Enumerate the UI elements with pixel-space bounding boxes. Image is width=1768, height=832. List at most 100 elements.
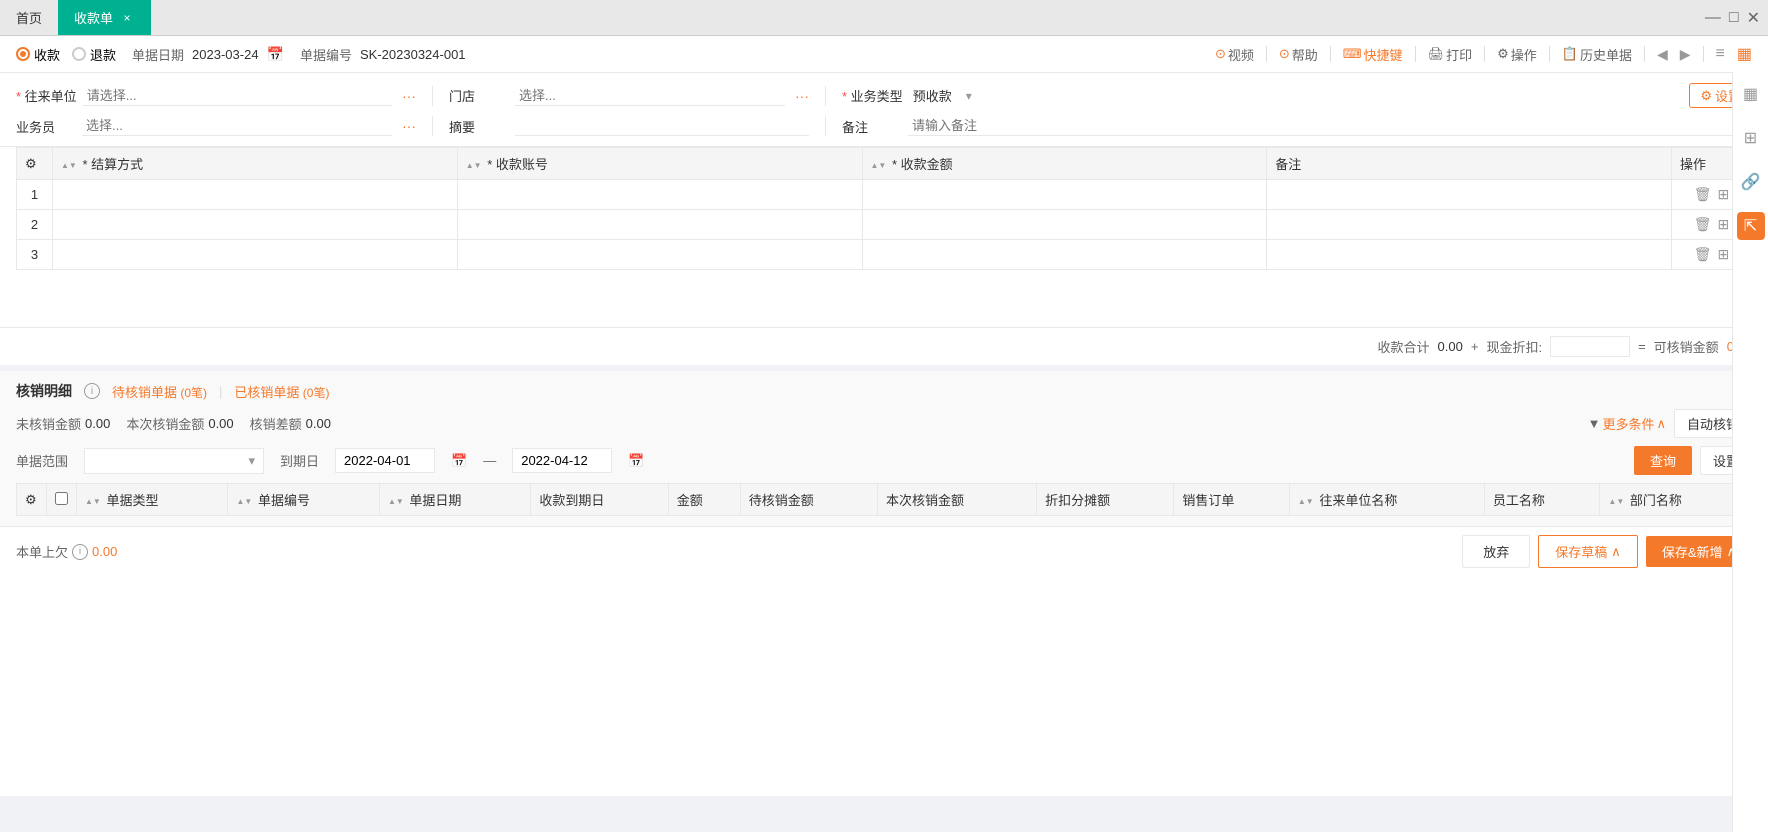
table-row: 1 🗑 ⊞ <box>17 180 1752 210</box>
row-2-copy-icon[interactable]: ⊞ <box>1718 216 1730 233</box>
table-row: 2 🗑 ⊞ <box>17 210 1752 240</box>
sidebar-link-icon[interactable]: 🔗 <box>1737 168 1765 196</box>
receipt-table-area: ⚙ ▲▼ * 结算方式 ▲▼ * 收款账号 ▲▼ * 收款金额 <box>0 147 1768 327</box>
row-1-settlement[interactable] <box>53 180 458 210</box>
per-note-info: 本单上欠 i 0.00 <box>16 542 117 561</box>
col-checkbox[interactable] <box>47 484 77 516</box>
more-conditions-btn[interactable]: ▼ 更多条件 ∧ <box>1588 414 1666 433</box>
calendar-from-icon[interactable]: 📅 <box>451 453 467 469</box>
col-pending-amount: 待核销金额 <box>740 484 877 516</box>
divider7 <box>1703 46 1704 62</box>
unverified-amount-value: 0.00 <box>85 416 110 431</box>
verified-link[interactable]: 已核销单据 (0笔) <box>234 382 329 401</box>
pending-link[interactable]: 待核销单据 (0笔) <box>112 382 207 401</box>
range-dropdown[interactable]: ▾ <box>84 448 264 474</box>
settings-icon: ⚙ <box>1700 88 1712 104</box>
row-3-delete-icon[interactable]: 🗑 <box>1694 246 1712 263</box>
tab-active[interactable]: 收款单 × <box>58 0 151 35</box>
verify-header: 核销明细 i 待核销单据 (0笔) | 已核销单据 (0笔) <box>16 381 1752 401</box>
store-more-icon[interactable]: ··· <box>795 88 809 104</box>
diff-stat: 核销差额 0.00 <box>250 414 331 433</box>
date-from-input[interactable] <box>335 448 435 473</box>
sidebar-grid-icon[interactable]: ⊞ <box>1737 124 1765 152</box>
verify-stats: 未核销金额 0.00 本次核销金额 0.00 核销差额 0.00 ▼ 更多条件 … <box>16 409 1752 438</box>
top-toolbar: 收款 退款 单据日期 2023-03-24 📅 单据编号 SK-20230324… <box>0 36 1768 73</box>
minimize-icon[interactable]: — <box>1705 9 1721 27</box>
store-label: 门店 <box>449 86 509 105</box>
print-btn[interactable]: 🖨 打印 <box>1428 45 1473 64</box>
radio-receipt[interactable]: 收款 <box>16 45 60 64</box>
shortcuts-btn[interactable]: ⌨ 快捷键 <box>1343 45 1403 64</box>
staff-more-icon[interactable]: ··· <box>402 118 416 134</box>
list-view-icon[interactable]: ≡ <box>1716 45 1725 63</box>
row-3-settlement[interactable] <box>53 240 458 270</box>
col-doc-number: ▲▼ 单据编号 <box>228 484 379 516</box>
discount-input[interactable] <box>1550 336 1630 357</box>
divider1 <box>1266 46 1267 62</box>
row-1-delete-icon[interactable]: 🗑 <box>1694 186 1712 203</box>
total-label: 收款合计 <box>1378 337 1430 356</box>
col-gear[interactable]: ⚙ <box>17 148 53 180</box>
row-1-account[interactable] <box>457 180 862 210</box>
date-to-input[interactable] <box>512 448 612 473</box>
divider2 <box>1330 46 1331 62</box>
col-gear-verify[interactable]: ⚙ <box>17 484 47 516</box>
bottom-bar: 本单上欠 i 0.00 放弃 保存草稿 ∧ 保存&新增 ∧ <box>0 526 1768 576</box>
row-3-copy-icon[interactable]: ⊞ <box>1718 246 1730 263</box>
row-2-note[interactable] <box>1267 210 1672 240</box>
row-3-account[interactable] <box>457 240 862 270</box>
grid-view-icon[interactable]: ▦ <box>1737 44 1752 64</box>
summary-input[interactable] <box>515 116 809 136</box>
sidebar-table-icon[interactable]: ▦ <box>1737 80 1765 108</box>
select-all-checkbox[interactable] <box>55 492 68 505</box>
verify-title: 核销明细 <box>16 381 72 401</box>
radio-refund[interactable]: 退款 <box>72 45 116 64</box>
nav-right-icon[interactable]: ▶ <box>1680 46 1691 63</box>
staff-field: 业务员 ··· <box>16 116 416 136</box>
counterpart-more-icon[interactable]: ··· <box>402 88 416 104</box>
history-btn[interactable]: 📋 历史单据 <box>1562 45 1632 64</box>
radio-circle-refund <box>72 47 86 61</box>
verify-info-icon[interactable]: i <box>84 383 100 399</box>
note-input[interactable] <box>908 116 1752 136</box>
row-2-account[interactable] <box>457 210 862 240</box>
save-draft-btn[interactable]: 保存草稿 ∧ <box>1538 535 1638 568</box>
nav-left-icon[interactable]: ◀ <box>1657 46 1668 63</box>
row-3-amount[interactable] <box>862 240 1267 270</box>
calendar-to-icon[interactable]: 📅 <box>628 453 644 469</box>
counterpart-label: 往来单位 <box>16 86 77 105</box>
form-area: 往来单位 ··· 门店 ··· 业务类型 预收款 ▾ ⚙ 设置 <box>0 73 1768 147</box>
row-3-note[interactable] <box>1267 240 1672 270</box>
business-type-chevron[interactable]: ▾ <box>966 89 972 103</box>
row-1-amount[interactable] <box>862 180 1267 210</box>
receipt-table: ⚙ ▲▼ * 结算方式 ▲▼ * 收款账号 ▲▼ * 收款金额 <box>16 147 1752 270</box>
store-input[interactable] <box>515 86 785 106</box>
query-btn[interactable]: 查询 <box>1634 446 1692 475</box>
counterpart-input[interactable] <box>83 86 392 106</box>
video-btn[interactable]: ⊙ 视频 <box>1215 45 1254 64</box>
note-label: 备注 <box>842 117 902 136</box>
per-note-info-icon[interactable]: i <box>72 544 88 560</box>
doc-info: 单据日期 2023-03-24 📅 <box>132 45 284 64</box>
close-icon[interactable]: ✕ <box>1747 8 1760 28</box>
save-draft-chevron: ∧ <box>1611 544 1621 560</box>
tab-home[interactable]: 首页 <box>0 0 58 35</box>
row-1-copy-icon[interactable]: ⊞ <box>1718 186 1730 203</box>
abandon-btn[interactable]: 放弃 <box>1462 535 1530 568</box>
restore-icon[interactable]: □ <box>1729 9 1739 27</box>
row-2-amount[interactable] <box>862 210 1267 240</box>
sidebar-expand-icon[interactable]: ⇱ <box>1737 212 1765 240</box>
calendar-icon[interactable]: 📅 <box>267 46 284 63</box>
row-1-note[interactable] <box>1267 180 1672 210</box>
verify-table: ⚙ ▲▼ 单据类型 ▲▼ 单据编号 ▲▼ <box>16 483 1752 516</box>
staff-label: 业务员 <box>16 117 76 136</box>
field-divider-4 <box>825 116 826 136</box>
help-btn[interactable]: ⊙ 帮助 <box>1279 45 1318 64</box>
staff-input[interactable] <box>82 116 392 136</box>
row-2-settlement[interactable] <box>53 210 458 240</box>
range-label: 单据范围 <box>16 451 68 470</box>
operations-btn[interactable]: ⚙ 操作 <box>1497 45 1537 64</box>
radio-circle-receipt <box>16 47 30 61</box>
tab-close-icon[interactable]: × <box>119 10 135 26</box>
row-2-delete-icon[interactable]: 🗑 <box>1694 216 1712 233</box>
